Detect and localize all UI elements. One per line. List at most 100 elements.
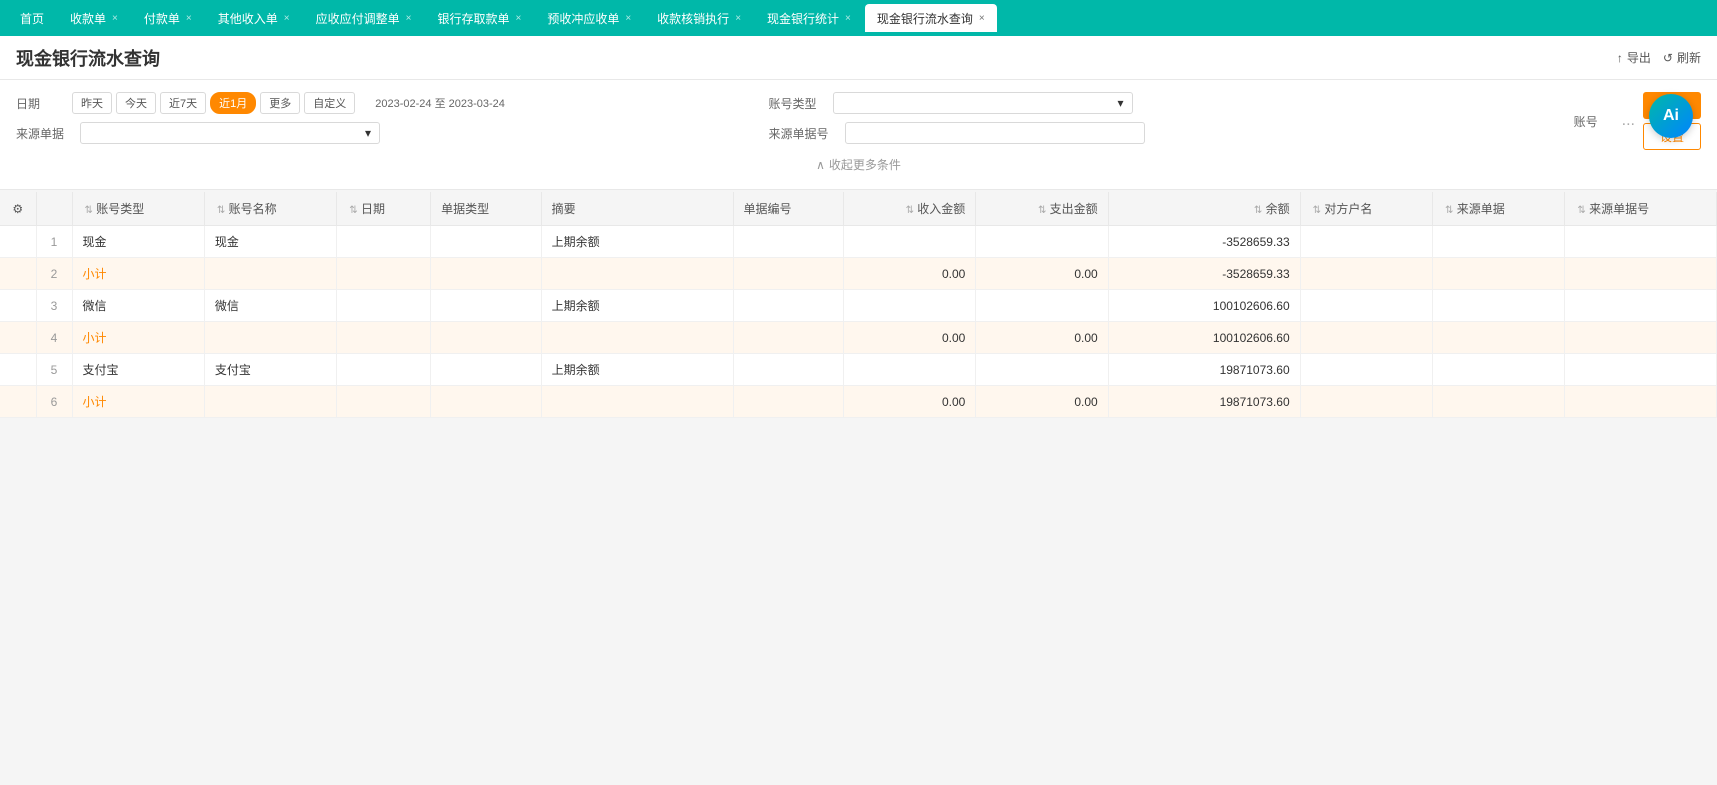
nav-item-other-income[interactable]: 其他收入单 ×	[206, 4, 302, 32]
table-col-expense[interactable]: ⇅ 支出金额	[976, 192, 1108, 226]
row-source-doc-no	[1565, 386, 1717, 418]
row-doc-no	[733, 258, 843, 290]
row-account-name: 支付宝	[204, 354, 336, 386]
row-account-type: 小计	[72, 322, 204, 354]
row-counter-party	[1300, 226, 1432, 258]
row-date	[337, 354, 431, 386]
row-summary	[541, 258, 733, 290]
date-btn-today[interactable]: 今天	[116, 92, 156, 114]
row-source-doc	[1433, 290, 1565, 322]
sort-account-type-icon: ⇅	[85, 205, 93, 216]
table-row: 5 支付宝 支付宝 上期余额 19871073.60	[0, 354, 1717, 386]
sort-account-name-icon: ⇅	[217, 205, 225, 216]
table-col-account-name[interactable]: ⇅ 账号名称	[204, 192, 336, 226]
date-btn-yesterday[interactable]: 昨天	[72, 92, 112, 114]
table-row: 3 微信 微信 上期余额 100102606.60	[0, 290, 1717, 322]
row-doc-no	[733, 322, 843, 354]
row-number: 3	[36, 290, 72, 322]
table-col-income[interactable]: ⇅ 收入金额	[843, 192, 975, 226]
row-source-doc	[1433, 258, 1565, 290]
table-row: 1 现金 现金 上期余额 -3528659.33	[0, 226, 1717, 258]
row-account-type: 支付宝	[72, 354, 204, 386]
row-date	[337, 322, 431, 354]
close-prepayment-icon[interactable]: ×	[625, 13, 631, 24]
table-col-balance[interactable]: ⇅ 余额	[1108, 192, 1300, 226]
row-summary: 上期余额	[541, 226, 733, 258]
row-counter-party	[1300, 386, 1432, 418]
row-account-name: 微信	[204, 290, 336, 322]
row-gear-cell	[0, 290, 36, 322]
collapse-filters-button[interactable]: ∧ 收起更多条件	[16, 152, 1701, 177]
account-type-select[interactable]: ▾	[833, 92, 1133, 114]
close-bank-flow-icon[interactable]: ×	[979, 13, 985, 24]
row-balance: 19871073.60	[1108, 354, 1300, 386]
row-balance: -3528659.33	[1108, 226, 1300, 258]
row-counter-party	[1300, 354, 1432, 386]
date-filter-label: 日期	[16, 95, 56, 112]
row-gear-cell	[0, 322, 36, 354]
nav-item-receipts[interactable]: 收款单 ×	[58, 4, 130, 32]
row-source-doc	[1433, 386, 1565, 418]
row-account-name	[204, 386, 336, 418]
row-income: 0.00	[843, 258, 975, 290]
row-expense	[976, 290, 1108, 322]
nav-item-bank-deposit[interactable]: 银行存取款单 ×	[425, 4, 533, 32]
date-btn-custom[interactable]: 自定义	[304, 92, 355, 114]
row-income	[843, 290, 975, 322]
date-filters: 昨天 今天 近7天 近1月 更多 自定义	[72, 92, 355, 114]
row-gear-cell	[0, 354, 36, 386]
nav-item-payments[interactable]: 付款单 ×	[132, 4, 204, 32]
row-summary	[541, 386, 733, 418]
refresh-button[interactable]: ↺ 刷新	[1663, 49, 1701, 66]
date-btn-more[interactable]: 更多	[260, 92, 300, 114]
table-col-date[interactable]: ⇅ 日期	[337, 192, 431, 226]
source-doc-no-input[interactable]	[845, 122, 1145, 144]
row-date	[337, 258, 431, 290]
data-table: ⚙ ⇅ 账号类型 ⇅ 账号名称 ⇅ 日期 单据类型 摘要 单据编号	[0, 192, 1717, 418]
nav-item-prepayment[interactable]: 预收冲应收单 ×	[535, 4, 643, 32]
date-btn-1month[interactable]: 近1月	[210, 92, 256, 114]
table-col-source-doc[interactable]: ⇅ 来源单据	[1433, 192, 1565, 226]
nav-item-bank-stats[interactable]: 现金银行统计 ×	[755, 4, 863, 32]
account-type-label: 账号类型	[769, 95, 817, 112]
account-more-button[interactable]: ...	[1622, 112, 1635, 130]
row-counter-party	[1300, 290, 1432, 322]
page-title: 现金银行流水查询	[16, 45, 160, 71]
table-col-source-doc-no[interactable]: ⇅ 来源单据号	[1565, 192, 1717, 226]
table-row: 2 小计 0.00 0.00 -3528659.33	[0, 258, 1717, 290]
table-col-doc-no: 单据编号	[733, 192, 843, 226]
nav-item-verification[interactable]: 收款核销执行 ×	[645, 4, 753, 32]
table-col-counter-party[interactable]: ⇅ 对方户名	[1300, 192, 1432, 226]
row-date	[337, 290, 431, 322]
date-btn-7days[interactable]: 近7天	[160, 92, 206, 114]
nav-home[interactable]: 首页	[8, 10, 56, 27]
row-account-type: 小计	[72, 258, 204, 290]
table-row: 6 小计 0.00 0.00 19871073.60	[0, 386, 1717, 418]
row-number: 6	[36, 386, 72, 418]
row-gear-cell	[0, 258, 36, 290]
table-col-account-type[interactable]: ⇅ 账号类型	[72, 192, 204, 226]
row-balance: 100102606.60	[1108, 290, 1300, 322]
source-doc-select[interactable]: ▾	[80, 122, 380, 144]
close-adjustment-icon[interactable]: ×	[406, 13, 412, 24]
ai-assistant-button[interactable]: Ai	[1649, 94, 1693, 138]
export-button[interactable]: ↑ 导出	[1617, 49, 1651, 66]
close-payments-icon[interactable]: ×	[186, 13, 192, 24]
close-bank-stats-icon[interactable]: ×	[845, 13, 851, 24]
nav-item-bank-flow[interactable]: 现金银行流水查询 ×	[865, 4, 997, 32]
row-summary: 上期余额	[541, 290, 733, 322]
row-account-name	[204, 322, 336, 354]
close-verification-icon[interactable]: ×	[735, 13, 741, 24]
nav-item-adjustment[interactable]: 应收应付调整单 ×	[304, 4, 424, 32]
close-bank-deposit-icon[interactable]: ×	[515, 13, 521, 24]
close-receipts-icon[interactable]: ×	[112, 13, 118, 24]
row-source-doc	[1433, 322, 1565, 354]
sort-date-icon: ⇅	[349, 205, 357, 216]
row-expense: 0.00	[976, 386, 1108, 418]
close-other-income-icon[interactable]: ×	[284, 13, 290, 24]
row-income: 0.00	[843, 386, 975, 418]
table-col-gear[interactable]: ⚙	[0, 192, 36, 226]
row-account-name	[204, 258, 336, 290]
row-date	[337, 226, 431, 258]
row-doc-no	[733, 290, 843, 322]
